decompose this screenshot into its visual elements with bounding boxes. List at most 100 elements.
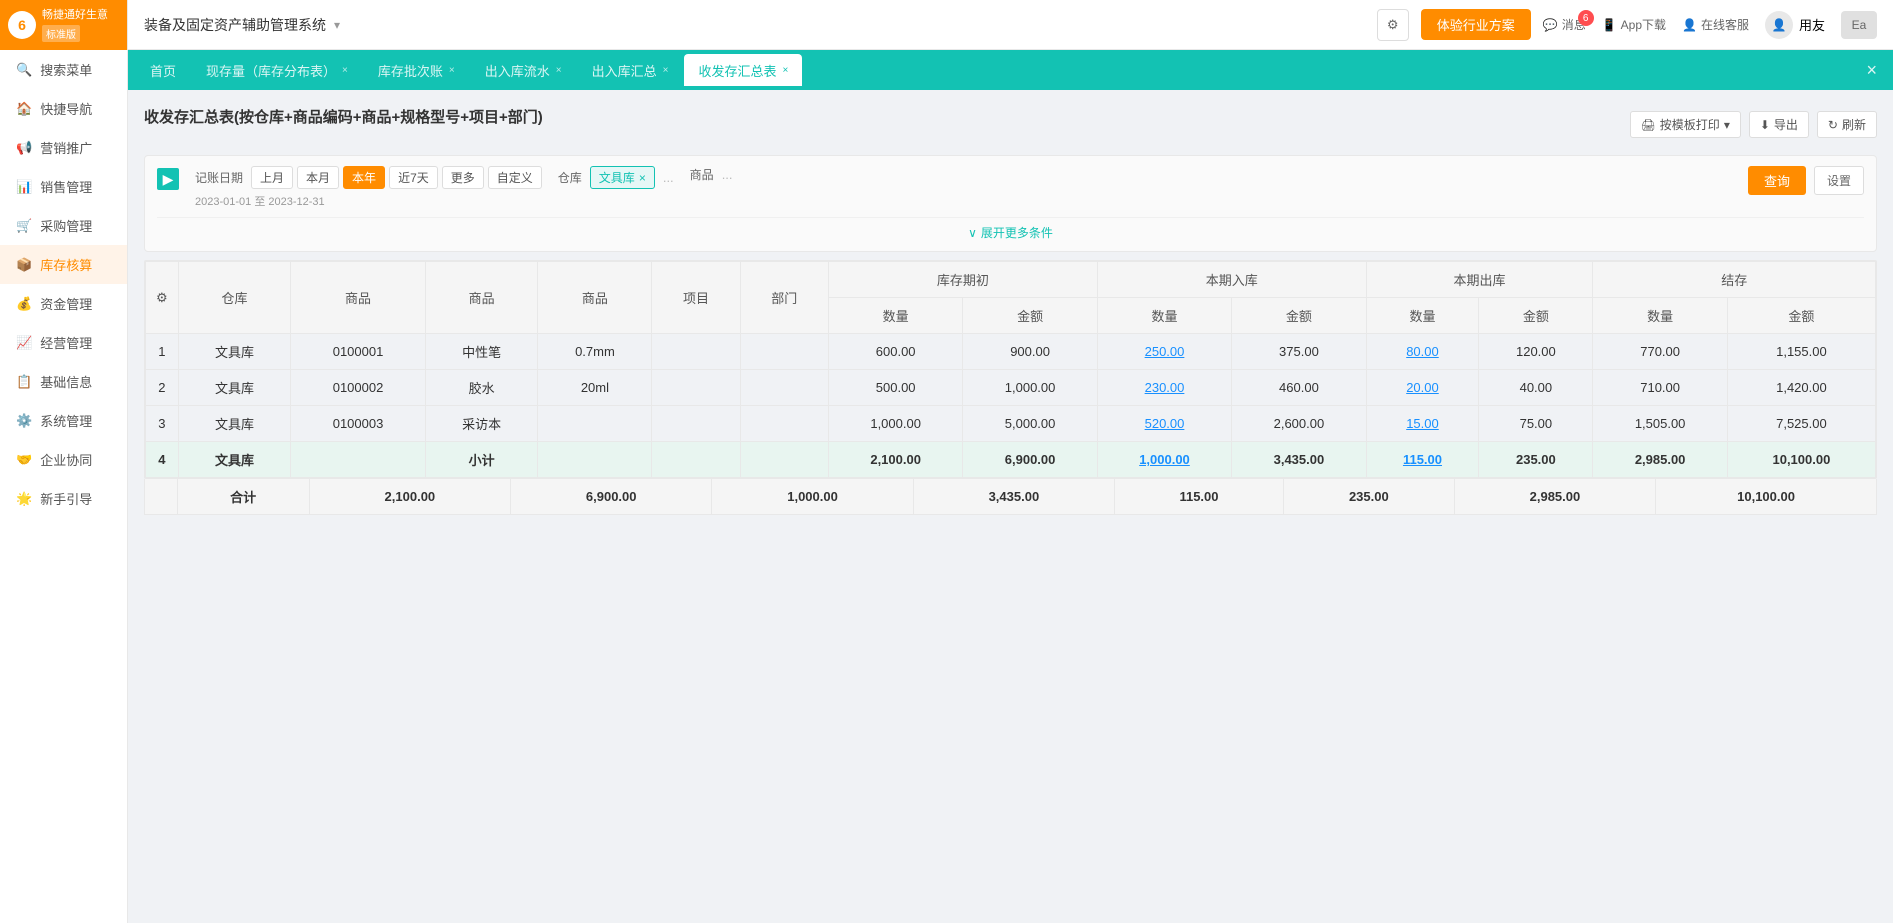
date-custom[interactable]: 自定义 <box>488 166 542 189</box>
sidebar-item-finance[interactable]: 💰 资金管理 <box>0 284 127 323</box>
warehouse-tag-remove[interactable]: × <box>639 171 646 185</box>
sidebar-item-quick-nav[interactable]: 🏠 快捷导航 <box>0 89 127 128</box>
date-more[interactable]: 更多 <box>442 166 484 189</box>
sidebar-item-enterprise[interactable]: 🤝 企业协同 <box>0 440 127 479</box>
link-text[interactable]: 230.00 <box>1145 380 1185 395</box>
th-opening-group: 库存期初 <box>828 262 1097 298</box>
row-out-qty[interactable]: 80.00 <box>1366 334 1479 370</box>
th-out-qty: 数量 <box>1366 298 1479 334</box>
tab-batch[interactable]: 库存批次账 × <box>364 54 469 86</box>
sidebar-item-sales[interactable]: 📊 销售管理 <box>0 167 127 206</box>
tab-active-close-icon[interactable]: × <box>782 65 788 76</box>
row-spec: 0.7mm <box>538 334 652 370</box>
set-button[interactable]: 设置 <box>1814 166 1864 195</box>
sidebar-item-operations[interactable]: 📈 经营管理 <box>0 323 127 362</box>
print-button[interactable]: 🖨 按模板打印 ▾ <box>1630 111 1741 138</box>
online-service-item[interactable]: 👤 在线客服 <box>1682 16 1749 33</box>
tab-close-icon[interactable]: × <box>449 65 455 76</box>
row-in-qty[interactable]: 520.00 <box>1097 406 1231 442</box>
row-out-amt: 120.00 <box>1479 334 1593 370</box>
row-in-qty[interactable]: 230.00 <box>1097 370 1231 406</box>
filter-expand-btn[interactable]: ▶ <box>157 168 179 190</box>
footer-out-amt: 235.00 <box>1283 479 1454 514</box>
footer-label: 合计 <box>177 479 309 514</box>
th-settings[interactable]: ⚙ <box>146 262 179 334</box>
tab-inventory-dist[interactable]: 现存量（库存分布表） × <box>192 54 362 86</box>
tab-home-label: 首页 <box>150 61 176 80</box>
row-out-qty[interactable]: 20.00 <box>1366 370 1479 406</box>
message-icon-item[interactable]: 💬 消息 6 <box>1543 16 1586 33</box>
link-text[interactable]: 20.00 <box>1406 380 1439 395</box>
user-menu[interactable]: 👤 用友 <box>1765 11 1825 39</box>
newbie-icon: 🌟 <box>16 491 32 507</box>
th-in-amt: 金额 <box>1232 298 1366 334</box>
tab-close-icon[interactable]: × <box>663 65 669 76</box>
row-in-qty[interactable]: 250.00 <box>1097 334 1231 370</box>
row-open-qty: 1,000.00 <box>828 406 962 442</box>
export-icon: ⬇ <box>1760 118 1770 132</box>
query-button[interactable]: 查询 <box>1748 166 1806 195</box>
date-last-month[interactable]: 上月 <box>251 166 293 189</box>
filter-warehouse-group: 仓库 文具库 × ... <box>558 166 674 189</box>
tab-home[interactable]: 首页 <box>136 54 190 86</box>
tab-stock-summary[interactable]: 收发存汇总表 × <box>684 54 802 86</box>
tab-bar: 首页 现存量（库存分布表） × 库存批次账 × 出入库流水 × 出入库汇总 × … <box>128 50 1893 90</box>
tab-close-icon[interactable]: × <box>342 65 348 76</box>
date-range: 2023-01-01 至 2023-12-31 <box>195 193 542 209</box>
row-out-qty[interactable]: 15.00 <box>1366 406 1479 442</box>
th-goods-code: 商品 <box>291 262 425 334</box>
footer-in-amt: 3,435.00 <box>913 479 1114 514</box>
row-warehouse: 文具库 <box>178 334 291 370</box>
sidebar-item-system[interactable]: ⚙️ 系统管理 <box>0 401 127 440</box>
mobile-icon: 📱 <box>1602 18 1617 32</box>
row-out-qty[interactable]: 115.00 <box>1366 442 1479 478</box>
row-in-amt: 460.00 <box>1232 370 1366 406</box>
link-text[interactable]: 15.00 <box>1406 416 1439 431</box>
date-7days[interactable]: 近7天 <box>389 166 438 189</box>
sidebar-logo: 6 畅捷通好生意 标准版 <box>0 0 127 50</box>
tab-inout-summary[interactable]: 出入库汇总 × <box>578 54 683 86</box>
link-text[interactable]: 115.00 <box>1403 452 1442 467</box>
expand-more-btn[interactable]: ∨ 展开更多条件 <box>968 224 1053 241</box>
topbar-title-group: 装备及固定资产辅助管理系统 ▾ <box>144 15 1365 35</box>
th-close-qty: 数量 <box>1593 298 1727 334</box>
sidebar-item-basic-info[interactable]: 📋 基础信息 <box>0 362 127 401</box>
warehouse-label: 仓库 <box>558 169 582 186</box>
tabbar-close-all[interactable]: × <box>1858 60 1885 81</box>
warehouse-more-dots[interactable]: ... <box>663 170 674 185</box>
system-icon: ⚙️ <box>16 413 32 429</box>
trial-button[interactable]: 体验行业方案 <box>1421 9 1531 40</box>
date-this-year[interactable]: 本年 <box>343 166 385 189</box>
topbar-settings-button[interactable]: ⚙ <box>1377 9 1409 41</box>
goods-more-dots[interactable]: ... <box>722 167 733 182</box>
app-download-item[interactable]: 📱 App下载 <box>1602 16 1666 33</box>
row-open-amt: 1,000.00 <box>963 370 1097 406</box>
row-in-qty[interactable]: 1,000.00 <box>1097 442 1231 478</box>
sidebar-item-purchase[interactable]: 🛒 采购管理 <box>0 206 127 245</box>
date-this-month[interactable]: 本月 <box>297 166 339 189</box>
print-label: 按模板打印 <box>1660 116 1720 133</box>
th-close-amt: 金额 <box>1727 298 1875 334</box>
sidebar-item-search[interactable]: 🔍 搜索菜单 <box>0 50 127 89</box>
row-out-amt: 235.00 <box>1479 442 1593 478</box>
refresh-button[interactable]: ↻ 刷新 <box>1817 111 1877 138</box>
link-text[interactable]: 250.00 <box>1145 344 1185 359</box>
tab-close-icon[interactable]: × <box>556 65 562 76</box>
sidebar-item-marketing[interactable]: 📢 营销推广 <box>0 128 127 167</box>
row-name: 采访本 <box>425 406 538 442</box>
print-icon: 🖨 <box>1641 118 1656 132</box>
sidebar-item-newbie[interactable]: 🌟 新手引导 <box>0 479 127 518</box>
row-project <box>652 334 740 370</box>
link-text[interactable]: 1,000.00 <box>1139 452 1190 467</box>
tab-inout-flow[interactable]: 出入库流水 × <box>471 54 576 86</box>
message-icon: 💬 <box>1543 18 1558 32</box>
link-text[interactable]: 80.00 <box>1406 344 1439 359</box>
sidebar-purchase-label: 采购管理 <box>40 216 92 235</box>
table-row: 3文具库0100003采访本1,000.005,000.00520.002,60… <box>146 406 1876 442</box>
sidebar-item-inventory[interactable]: 📦 库存核算 <box>0 245 127 284</box>
export-button[interactable]: ⬇ 导出 <box>1749 111 1809 138</box>
link-text[interactable]: 520.00 <box>1145 416 1185 431</box>
refresh-label: 刷新 <box>1842 116 1866 133</box>
footer-out-qty: 115.00 <box>1115 479 1284 514</box>
row-open-qty: 500.00 <box>828 370 962 406</box>
